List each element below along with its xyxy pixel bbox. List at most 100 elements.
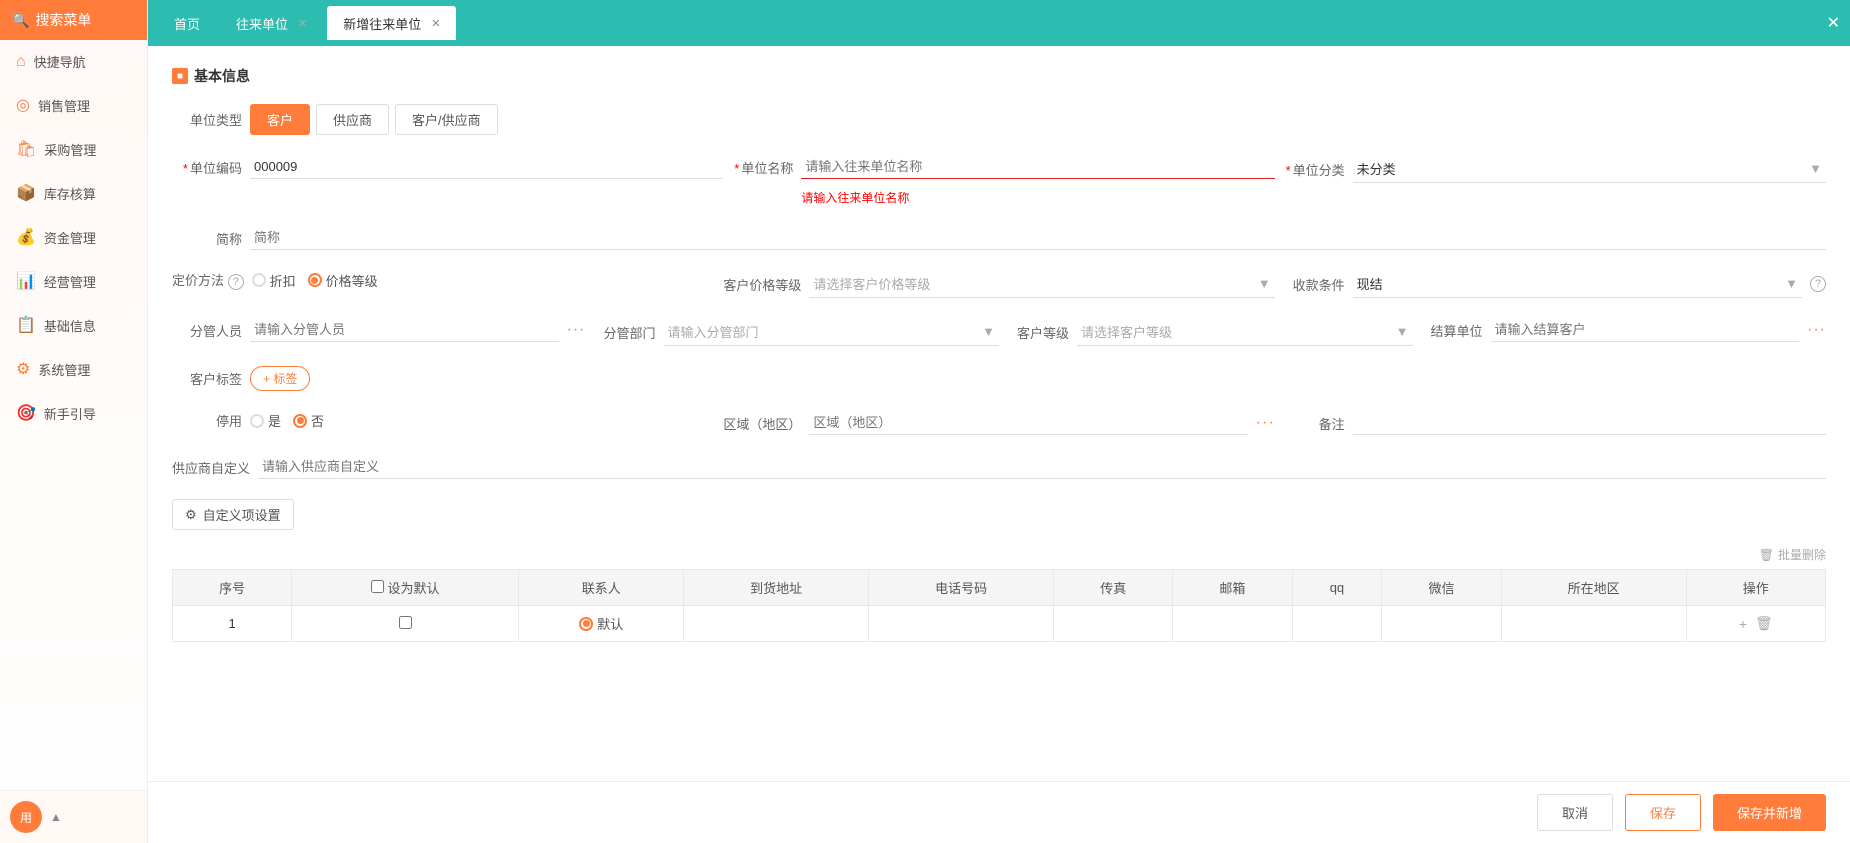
table-header-col-6: 邮箱 [1173, 570, 1292, 606]
remark-label: 备注 [1275, 414, 1345, 433]
system-icon: ⚙ [16, 359, 30, 379]
inventory-icon: 📦 [16, 183, 36, 203]
save-and-new-button[interactable]: 保存并新增 [1713, 794, 1826, 831]
settlement-unit-input[interactable] [1491, 318, 1800, 342]
avatar: 用 [10, 801, 42, 833]
tab-new-partner[interactable]: 新增往来单位 ✕ [327, 6, 456, 40]
payment-terms-help-icon[interactable]: ? [1810, 276, 1826, 292]
unit-type-both-btn[interactable]: 客户/供应商 [395, 104, 498, 135]
manager-field: 分管人员 ··· [172, 318, 586, 342]
unit-code-label: *单位编码 [172, 158, 242, 177]
supplier-custom-label: 供应商自定义 [172, 458, 250, 477]
sidebar-item-purchase[interactable]: 🛍 采购管理 [0, 127, 147, 171]
tab-close-new-partner[interactable]: ✕ [431, 17, 440, 30]
pricing-level-radio[interactable]: 价格等级 [308, 271, 378, 290]
department-label: 分管部门 [586, 323, 656, 342]
batch-delete-button[interactable]: 🗑 批量删除 [1759, 546, 1826, 563]
tab-partner[interactable]: 往来单位✕ [220, 6, 323, 40]
sidebar-item-basic-info[interactable]: 📋 基础信息 [0, 303, 147, 347]
tab-label-new-partner: 新增往来单位 [343, 14, 421, 33]
finance-icon: 💰 [16, 227, 36, 247]
purchase-icon: 🛍 [16, 139, 36, 159]
sidebar-item-inventory[interactable]: 📦 库存核算 [0, 171, 147, 215]
operations-icon: 📊 [16, 271, 36, 291]
sidebar-item-label-operations: 经营管理 [44, 272, 96, 291]
manager-label: 分管人员 [172, 321, 242, 340]
sidebar-item-label-basic-info: 基础信息 [44, 316, 96, 335]
disabled-yes-radio[interactable]: 是 [250, 411, 281, 430]
disabled-no-radio[interactable]: 否 [293, 411, 324, 430]
disabled-radio-group: 是 否 [250, 411, 324, 430]
search-icon: 🔍 [12, 12, 29, 29]
region-label: 区域（地区） [723, 414, 801, 433]
table-header-col-10: 操作 [1686, 570, 1825, 606]
table-select-all-checkbox[interactable] [371, 580, 384, 593]
unit-category-select[interactable]: 未分类 ▼ [1353, 155, 1826, 183]
basic-info-icon: 📋 [16, 315, 36, 335]
sidebar-item-finance[interactable]: 💰 资金管理 [0, 215, 147, 259]
sales-icon: ◎ [16, 95, 30, 115]
region-input[interactable] [809, 411, 1247, 435]
table-header-col-5: 传真 [1054, 570, 1173, 606]
pricing-help-icon[interactable]: ? [228, 274, 244, 290]
customer-price-level-arrow-icon: ▼ [1258, 276, 1271, 291]
sidebar-item-sales[interactable]: ◎ 销售管理 [0, 83, 147, 127]
table-header-col-0: 序号 [173, 570, 292, 606]
sidebar-item-operations[interactable]: 📊 经营管理 [0, 259, 147, 303]
region-more-icon[interactable]: ··· [1256, 414, 1275, 432]
payment-terms-label: 收款条件 [1275, 275, 1345, 294]
settings-icon: ⚙ [185, 507, 197, 523]
manager-more-icon[interactable]: ··· [567, 321, 586, 339]
sidebar-bottom: 用 ▲ [0, 790, 147, 843]
add-row-icon-0[interactable]: + [1739, 616, 1747, 632]
sidebar-item-label-guide: 新手引导 [44, 404, 96, 423]
sidebar-item-quick-nav[interactable]: ⌂ 快捷导航 [0, 40, 147, 83]
pricing-discount-radio[interactable]: 折扣 [252, 271, 296, 290]
save-button[interactable]: 保存 [1625, 794, 1701, 831]
customer-tag-field: 客户标签 + 标签 [172, 366, 1826, 391]
main-area: 首页 往来单位✕ 新增往来单位 ✕ ✕ ■ 基本信息 单位类型 客户 供应商 客户/供… [148, 0, 1850, 843]
table-row-default-0[interactable]: 默认 [529, 614, 673, 633]
sidebar-item-guide[interactable]: 🎯 新手引导 [0, 391, 147, 435]
remark-field: 备注 [1275, 411, 1826, 435]
cancel-button[interactable]: 取消 [1537, 794, 1613, 831]
short-name-input[interactable] [250, 226, 1826, 250]
supplier-custom-field: 供应商自定义 [172, 455, 1826, 479]
sidebar-item-system[interactable]: ⚙ 系统管理 [0, 347, 147, 391]
unit-name-input[interactable] [801, 155, 1274, 179]
tab-close-partner[interactable]: ✕ [298, 17, 307, 30]
contacts-table: 序号 设为默认联系人到货地址电话号码传真邮箱qq微信所在地区操作 1 默认 + … [172, 569, 1826, 642]
add-tag-button[interactable]: + 标签 [250, 366, 310, 391]
unit-type-supplier-btn[interactable]: 供应商 [316, 104, 389, 135]
pricing-method-field: 定价方法 ? 折扣 价格等级 [172, 270, 723, 290]
customer-price-level-field: 客户价格等级 请选择客户价格等级 ▼ [723, 270, 1274, 298]
delete-row-icon-0[interactable]: 🗑 [1755, 615, 1773, 632]
unit-type-row: 单位类型 客户 供应商 客户/供应商 [172, 104, 1826, 135]
tab-label-home: 首页 [174, 14, 200, 33]
table-row: 1 默认 + 🗑 [173, 606, 1826, 642]
custom-settings-button[interactable]: ⚙ 自定义项设置 [172, 499, 294, 530]
customer-price-level-select[interactable]: 请选择客户价格等级 ▼ [809, 270, 1274, 298]
section-basic-info: ■ 基本信息 [172, 66, 1826, 86]
department-select[interactable]: 请输入分管部门 ▼ [664, 318, 1000, 346]
manager-input[interactable] [250, 318, 559, 342]
table-header-col-4: 电话号码 [869, 570, 1054, 606]
tag-row: 客户标签 + 标签 [172, 366, 1826, 391]
tab-home[interactable]: 首页 [158, 6, 216, 40]
supplier-custom-row: 供应商自定义 [172, 455, 1826, 479]
tab-bar-close-button[interactable]: ✕ [1827, 13, 1840, 33]
payment-terms-select[interactable]: 现结 ▼ [1353, 270, 1802, 298]
short-name-field: 简称 [172, 226, 1826, 250]
sidebar-item-label-purchase: 采购管理 [44, 140, 96, 159]
remark-input[interactable] [1353, 411, 1826, 435]
table-row-checkbox-0[interactable] [399, 616, 412, 629]
unit-type-field: 单位类型 客户 供应商 客户/供应商 [172, 104, 1826, 135]
supplier-custom-input[interactable] [258, 455, 1826, 479]
customer-level-select[interactable]: 请选择客户等级 ▼ [1077, 318, 1413, 346]
settlement-unit-more-icon[interactable]: ··· [1807, 321, 1826, 339]
customer-level-arrow-icon: ▼ [1396, 324, 1409, 339]
search-menu-button[interactable]: 🔍 搜索菜单 [0, 0, 147, 40]
unit-type-customer-btn[interactable]: 客户 [250, 104, 310, 135]
unit-code-input[interactable] [250, 155, 723, 179]
customer-tag-label: 客户标签 [172, 369, 242, 388]
